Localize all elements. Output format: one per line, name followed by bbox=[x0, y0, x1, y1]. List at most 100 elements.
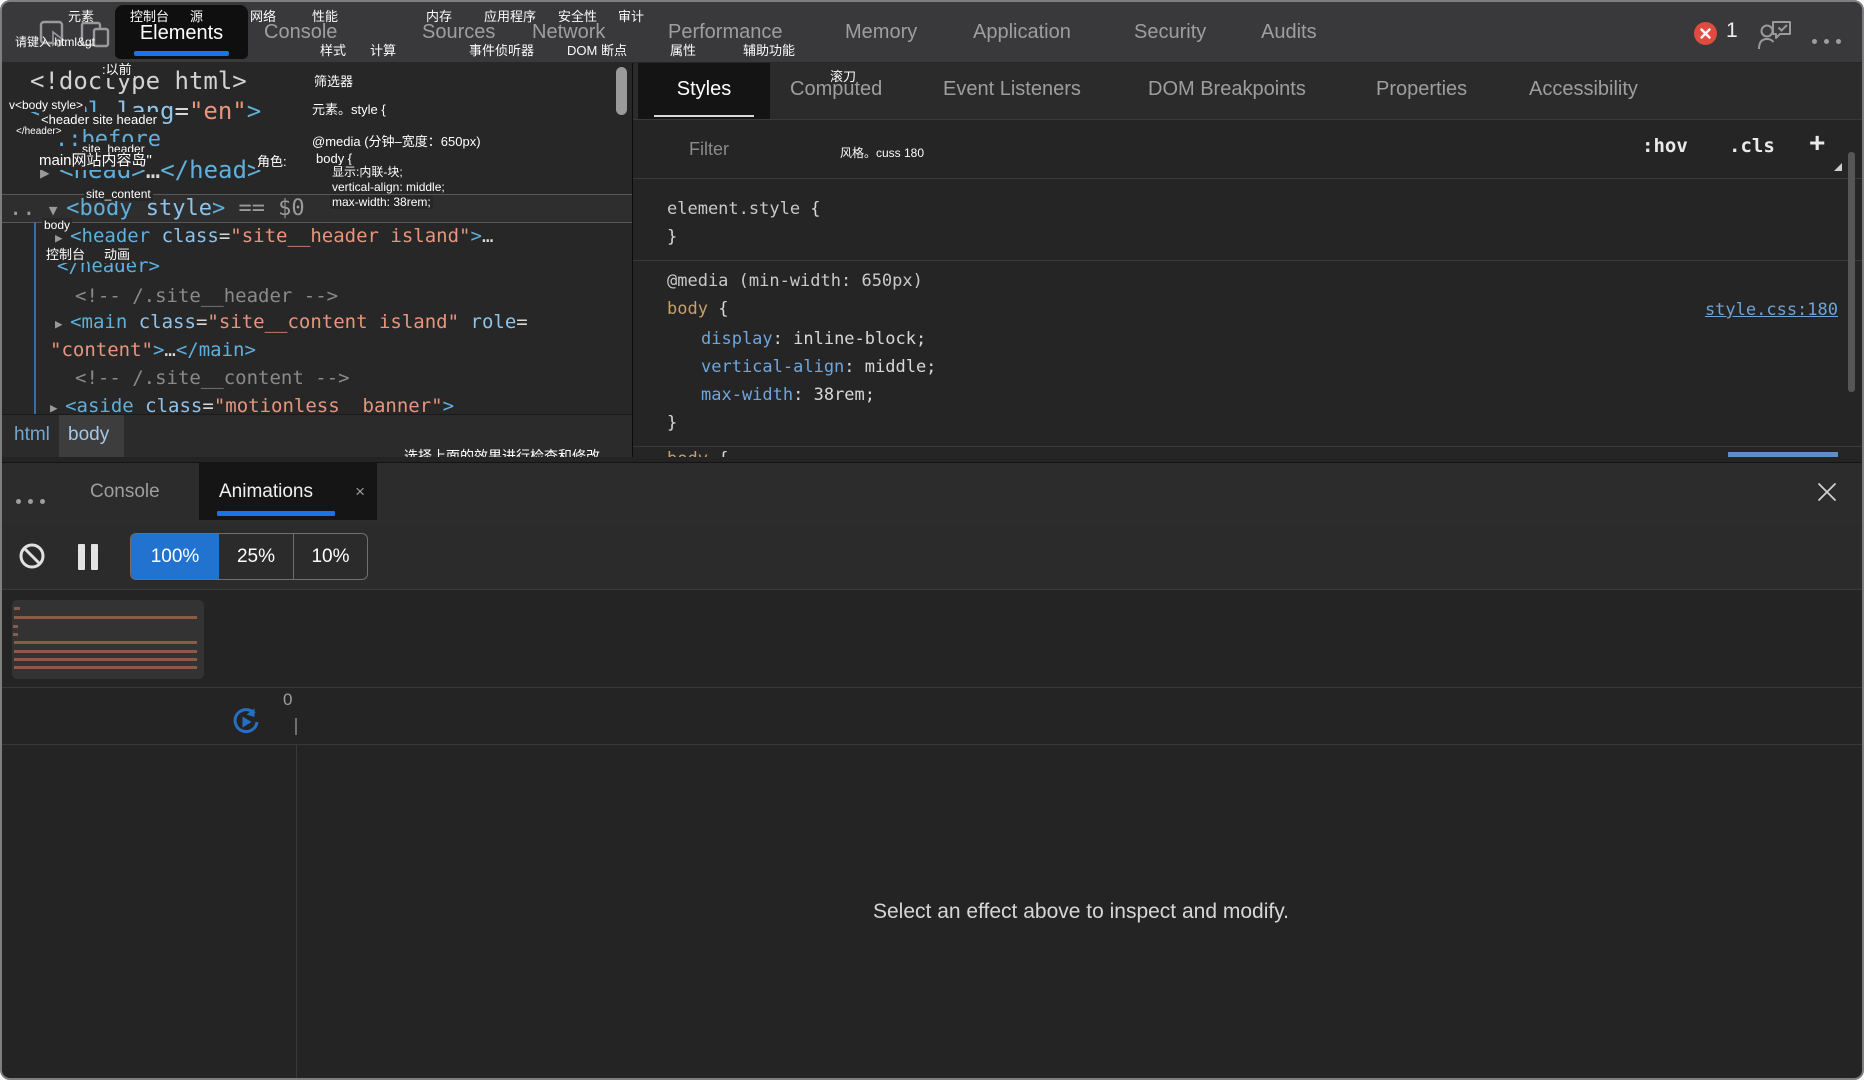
animation-preview-lines bbox=[14, 666, 197, 669]
tree-row-comment-site-header[interactable]: <!-- /.site__header --> bbox=[75, 286, 338, 307]
styles-filter-bar: 风格。cuss 180 :hov .cls + bbox=[633, 119, 1864, 179]
drawer-tab-bar: Console Animations × bbox=[2, 463, 1862, 525]
overlay-body-label: body bbox=[42, 218, 72, 232]
tab-styles-label: Styles bbox=[638, 78, 770, 101]
timeline-body: Select an effect above to inspect and mo… bbox=[2, 744, 1862, 1080]
tab-performance[interactable]: Performance bbox=[668, 21, 783, 44]
styles-filter-input[interactable] bbox=[687, 133, 1251, 165]
tab-dom-breakpoints[interactable]: DOM Breakpoints bbox=[1148, 78, 1306, 101]
animation-preview-lines bbox=[14, 616, 197, 619]
replay-icon[interactable] bbox=[229, 705, 263, 739]
timeline-zero-tick bbox=[295, 718, 297, 735]
close-drawer-icon[interactable] bbox=[1815, 480, 1839, 504]
drawer-tab-console[interactable]: Console bbox=[90, 481, 160, 503]
cn-label-security: 安全性 bbox=[558, 10, 597, 25]
tree-row-doctype[interactable]: <!doctype html> bbox=[30, 68, 247, 95]
tab-styles-underline bbox=[654, 115, 754, 117]
css-prop-vertical-align[interactable]: vertical-align: middle; bbox=[701, 358, 936, 377]
overlay-select-effect-cn: 选择上面的效果进行检查和修改。 bbox=[402, 448, 616, 457]
cn-label-dom-breakpoints: DOM 断点 bbox=[567, 44, 627, 59]
tab-properties[interactable]: Properties bbox=[1376, 78, 1467, 101]
cn-label-sources: 源 bbox=[190, 10, 203, 25]
styles-sidebar: Styles Computed Event Listeners DOM Brea… bbox=[632, 62, 1864, 457]
tab-security[interactable]: Security bbox=[1134, 21, 1206, 44]
animations-empty-message: Select an effect above to inspect and mo… bbox=[296, 900, 1864, 924]
rule-body-selector[interactable]: body { bbox=[667, 300, 728, 319]
overlay-stylecss-cn: 风格。cuss 180 bbox=[840, 147, 924, 161]
drawer-tab-animations-label: Animations bbox=[219, 481, 313, 503]
rule-divider bbox=[633, 446, 1864, 447]
tab-elements-label: Elements bbox=[115, 22, 248, 45]
tree-row-header-open[interactable]: ▶ <header class="site__header island">… bbox=[55, 226, 493, 247]
more-menu-icon[interactable] bbox=[1812, 31, 1848, 49]
rule-element-style-open[interactable]: element.style { bbox=[667, 200, 821, 219]
overlay-header-close: </header> bbox=[14, 126, 64, 138]
tab-application[interactable]: Application bbox=[973, 21, 1071, 44]
new-style-rule-button[interactable]: + bbox=[1809, 127, 1825, 159]
overlay-body-style: v<body style> bbox=[7, 98, 85, 112]
rule-media-query[interactable]: @media (min-width: 650px) bbox=[667, 272, 923, 291]
tab-accessibility[interactable]: Accessibility bbox=[1529, 78, 1638, 101]
css-prop-max-width[interactable]: max-width: 38rem; bbox=[701, 386, 875, 405]
translation-hint: 请键入 html&gt bbox=[15, 36, 95, 50]
elements-panel: <!doctype html> <html lang="en"> ::befor… bbox=[2, 62, 632, 457]
cn-label-performance: 性能 bbox=[312, 10, 338, 25]
tab-memory[interactable]: Memory bbox=[845, 21, 917, 44]
breadcrumb-item-body[interactable]: body bbox=[68, 424, 109, 446]
overlay-display-cn: 显示:内联-块; bbox=[330, 165, 405, 179]
pause-icon[interactable] bbox=[91, 544, 98, 570]
feedback-icon[interactable] bbox=[1756, 17, 1794, 51]
cn-label-accessibility: 辅助功能 bbox=[743, 44, 795, 59]
pause-icon[interactable] bbox=[78, 544, 85, 570]
rule-body-close[interactable]: } bbox=[667, 414, 677, 433]
cn-label-properties: 属性 bbox=[670, 44, 696, 59]
error-x-icon bbox=[1694, 22, 1717, 45]
drawer-overflow-menu-icon[interactable] bbox=[16, 491, 52, 509]
tree-row-comment-site-content[interactable]: <!-- /.site__content --> bbox=[75, 368, 350, 389]
cn-label-application: 应用程序 bbox=[484, 10, 536, 25]
animations-toolbar: 100% 25% 10% bbox=[2, 525, 1862, 590]
animation-preview-lines bbox=[14, 658, 197, 661]
stylesheet-link[interactable]: style.css:180 bbox=[1705, 300, 1838, 320]
drawer-tab-animations[interactable]: Animations × bbox=[199, 463, 377, 520]
overlay-maxwidth-cn: max-width: 38rem; bbox=[330, 195, 433, 209]
error-badge-icon[interactable] bbox=[1694, 22, 1717, 45]
elements-scrollbar-thumb[interactable] bbox=[616, 67, 627, 115]
animation-preview-tile[interactable] bbox=[12, 600, 204, 679]
breadcrumb-item-html[interactable]: html bbox=[14, 424, 50, 446]
cn-label-computed: 计算 bbox=[370, 44, 396, 59]
rule-element-style-close[interactable]: } bbox=[667, 228, 677, 247]
indent-guide-line bbox=[34, 222, 36, 414]
tab-event-listeners[interactable]: Event Listeners bbox=[943, 78, 1081, 101]
class-toggle[interactable]: .cls bbox=[1729, 135, 1775, 157]
styles-scrollbar-thumb[interactable] bbox=[1848, 152, 1855, 392]
tree-row-main-wrap[interactable]: "content">…</main> bbox=[50, 340, 256, 361]
devtools-window: 请键入 html&gt Elements Console Sources Net… bbox=[0, 0, 1864, 1080]
overlay-main-content-cn: main网站内容岛" bbox=[37, 152, 154, 170]
overlay-before-cn: :以前 bbox=[100, 62, 134, 78]
tab-audits[interactable]: Audits bbox=[1261, 21, 1317, 44]
partial-link-sliver bbox=[1728, 452, 1838, 457]
tree-row-main-open[interactable]: ▶ <main class="site__content island" rol… bbox=[55, 312, 528, 333]
css-prop-display[interactable]: display: inline-block; bbox=[701, 330, 926, 349]
timeline-zero-label: 0 bbox=[283, 690, 292, 710]
drawer: Console Animations × 100% 25% 10% bbox=[2, 462, 1862, 1080]
animation-preview-lines bbox=[14, 607, 20, 610]
active-tab-indicator bbox=[134, 51, 229, 56]
cn-label-console: 控制台 bbox=[130, 10, 169, 25]
tab-styles[interactable]: Styles bbox=[638, 62, 770, 119]
overlay-element-style-cn: 元素。style { bbox=[310, 102, 388, 118]
speed-100-button[interactable]: 100% bbox=[131, 534, 219, 579]
rule-partial-next[interactable]: body { bbox=[667, 450, 728, 457]
pseudo-state-toggle[interactable]: :hov bbox=[1642, 135, 1688, 157]
animation-preview-strip bbox=[2, 589, 1862, 688]
cn-label-network: 网络 bbox=[250, 10, 276, 25]
clear-all-icon[interactable] bbox=[17, 541, 47, 571]
speed-10-button[interactable]: 10% bbox=[293, 534, 367, 579]
animation-preview-lines bbox=[14, 641, 197, 644]
overlay-filter-cn: 筛选器 bbox=[312, 74, 355, 90]
close-animations-tab-icon[interactable]: × bbox=[355, 482, 365, 502]
timeline-header: 0 bbox=[2, 687, 1862, 745]
main-toolbar: 请键入 html&gt Elements Console Sources Net… bbox=[2, 2, 1862, 63]
speed-25-button[interactable]: 25% bbox=[219, 534, 293, 579]
